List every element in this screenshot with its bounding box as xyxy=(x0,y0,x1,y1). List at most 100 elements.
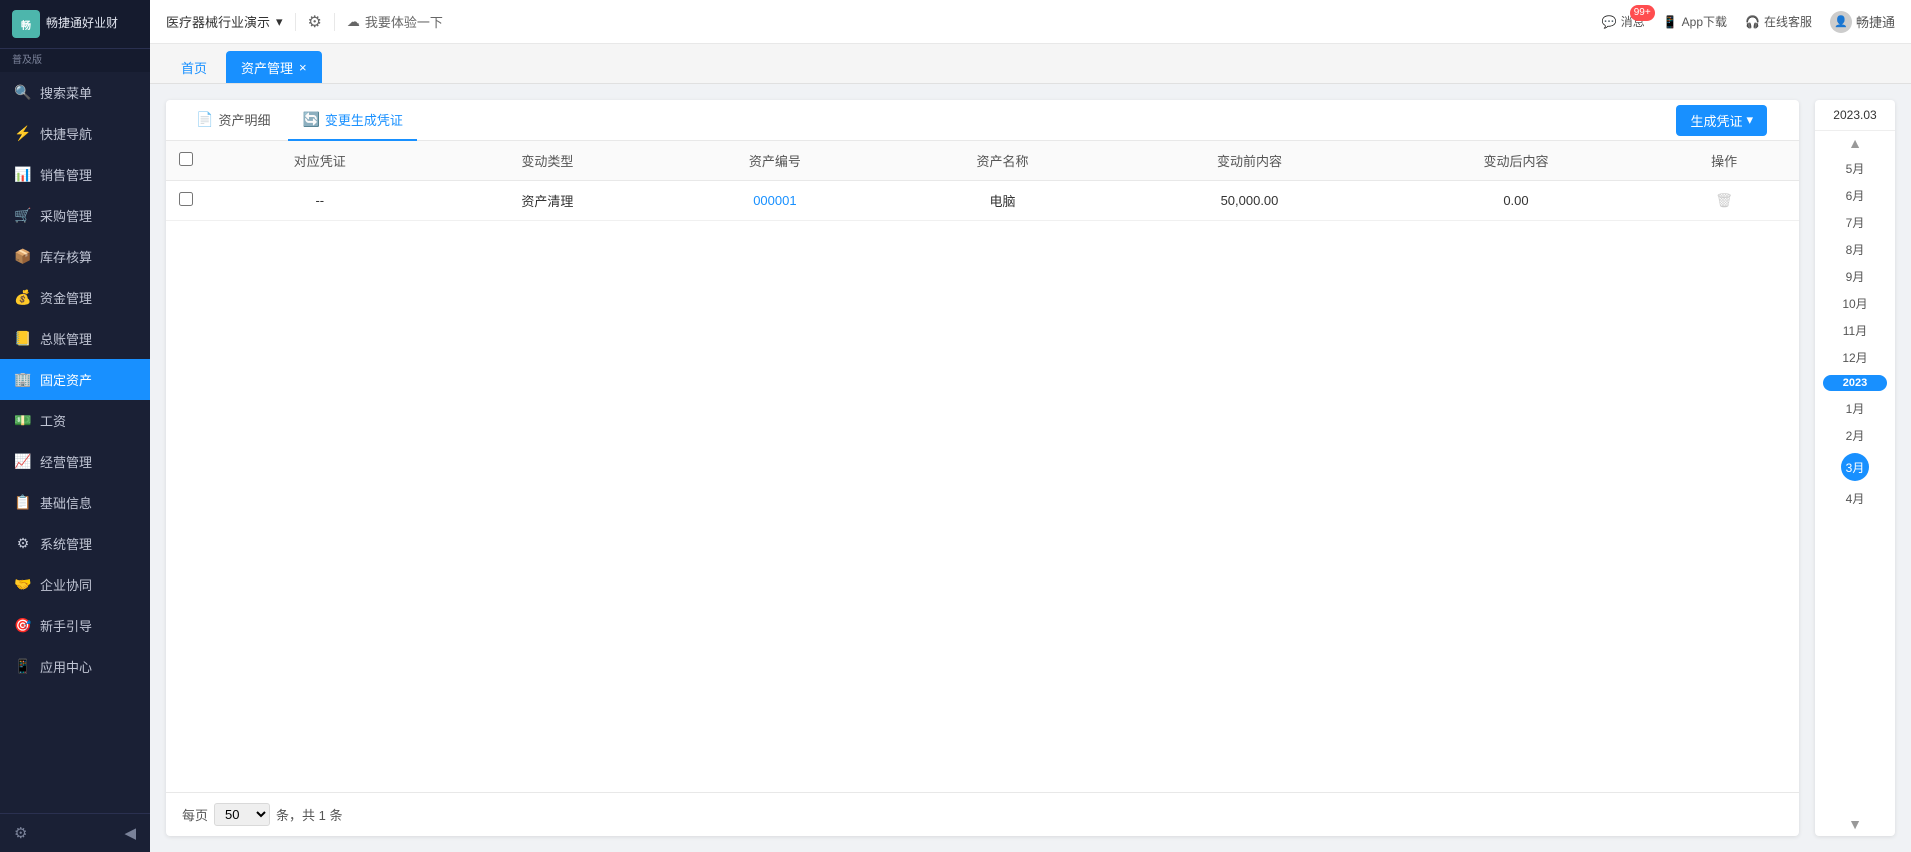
sidebar-item-quick-nav[interactable]: ⚡ 快捷导航 xyxy=(0,113,150,154)
timeline-month-1月[interactable]: 1月 xyxy=(1815,395,1895,422)
topbar-settings-icon[interactable]: ⚙ xyxy=(308,12,322,32)
sidebar-icon-quick-nav: ⚡ xyxy=(14,125,32,143)
sidebar-item-operations[interactable]: 📈 经营管理 xyxy=(0,441,150,482)
th-after-change: 变动后内容 xyxy=(1383,141,1649,181)
sidebar-item-basic-info[interactable]: 📋 基础信息 xyxy=(0,482,150,523)
timeline-month-2月[interactable]: 2月 xyxy=(1815,422,1895,449)
timeline-month-active[interactable]: 3月 xyxy=(1815,449,1895,485)
sub-tab-asset-detail[interactable]: 📄 资产明细 xyxy=(182,100,284,141)
home-tab-label: 首页 xyxy=(181,58,207,77)
sub-tab-change-voucher-label: 变更生成凭证 xyxy=(325,110,403,129)
row-checkbox-0[interactable] xyxy=(179,192,193,206)
cell-actions: 🗑 xyxy=(1649,181,1799,221)
sidebar-label-quick-nav: 快捷导航 xyxy=(40,124,92,143)
collapse-icon[interactable]: ◀ xyxy=(124,824,136,842)
app-download-label: App下载 xyxy=(1682,13,1727,30)
sidebar-label-search: 搜索菜单 xyxy=(40,83,92,102)
tabs-nav: 首页 资产管理 × xyxy=(150,44,1911,84)
sub-tabs: 📄 资产明细 🔄 变更生成凭证 生成凭证 ▾ xyxy=(166,100,1799,141)
sidebar-item-salary[interactable]: 💵 工资 xyxy=(0,400,150,441)
sidebar-item-ledger[interactable]: 📒 总账管理 xyxy=(0,318,150,359)
per-page-select[interactable]: 102050100 xyxy=(214,803,270,826)
sidebar-label-guide: 新手引导 xyxy=(40,616,92,635)
timeline-down-btn[interactable]: ▼ xyxy=(1815,812,1895,836)
sidebar-label-operations: 经营管理 xyxy=(40,452,92,471)
asset-detail-icon: 📄 xyxy=(196,111,213,128)
sidebar: 畅 畅捷通好业财 普及版 🔍 搜索菜单 ⚡ 快捷导航 📊 销售管理 🛒 采购管理… xyxy=(0,0,150,852)
sidebar-icon-app-center: 📱 xyxy=(14,658,32,676)
sidebar-icon-operations: 📈 xyxy=(14,453,32,471)
experience-btn[interactable]: ☁ 我要体验一下 xyxy=(347,12,443,31)
sub-tab-asset-detail-label: 资产明细 xyxy=(218,110,270,129)
company-selector[interactable]: 医疗器械行业演示 ▾ xyxy=(166,12,283,31)
timeline-month-4月[interactable]: 4月 xyxy=(1815,485,1895,512)
sidebar-item-enterprise[interactable]: 🤝 企业协同 xyxy=(0,564,150,605)
change-voucher-icon: 🔄 xyxy=(302,111,319,128)
sidebar-item-sales[interactable]: 📊 销售管理 xyxy=(0,154,150,195)
th-asset-name: 资产名称 xyxy=(889,141,1117,181)
sidebar-label-basic-info: 基础信息 xyxy=(40,493,92,512)
sidebar-item-guide[interactable]: 🎯 新手引导 xyxy=(0,605,150,646)
tab-asset-management[interactable]: 资产管理 × xyxy=(226,51,322,83)
notifications-badge: 99+ xyxy=(1630,5,1655,21)
sidebar-label-enterprise: 企业协同 xyxy=(40,575,92,594)
sidebar-item-system[interactable]: ⚙ 系统管理 xyxy=(0,523,150,564)
cell-voucher: -- xyxy=(206,181,434,221)
generate-voucher-button[interactable]: 生成凭证 ▾ xyxy=(1676,105,1767,136)
th-before-change: 变动前内容 xyxy=(1116,141,1382,181)
active-tab-label: 资产管理 xyxy=(241,58,293,77)
sidebar-item-inventory[interactable]: 📦 库存核算 xyxy=(0,236,150,277)
timeline-body: 5月6月7月8月9月10月11月12月 2023 1月2月 3月 4月 xyxy=(1815,155,1895,812)
select-all-checkbox[interactable] xyxy=(179,152,193,166)
app-download-btn[interactable]: 📱 App下载 xyxy=(1663,13,1727,30)
delete-icon[interactable]: 🗑 xyxy=(1715,192,1733,208)
sidebar-item-app-center[interactable]: 📱 应用中心 xyxy=(0,646,150,687)
per-page-label: 每页 xyxy=(182,805,208,824)
sidebar-icon-salary: 💵 xyxy=(14,412,32,430)
timeline-month-11月[interactable]: 11月 xyxy=(1815,317,1895,344)
settings-icon[interactable]: ⚙ xyxy=(14,824,27,842)
sidebar-icon-ledger: 📒 xyxy=(14,330,32,348)
download-icon: 📱 xyxy=(1663,15,1678,29)
row-checkbox-cell xyxy=(166,181,206,221)
timeline-month-7月[interactable]: 7月 xyxy=(1815,209,1895,236)
cell-change-type: 资产清理 xyxy=(434,181,662,221)
cell-asset-no[interactable]: 000001 xyxy=(661,181,889,221)
timeline-month-8月[interactable]: 8月 xyxy=(1815,236,1895,263)
tab-home[interactable]: 首页 xyxy=(166,51,222,83)
tab-close-icon[interactable]: × xyxy=(299,60,307,75)
online-service-btn[interactable]: 🎧 在线客服 xyxy=(1745,13,1812,30)
th-asset-no: 资产编号 xyxy=(661,141,889,181)
sidebar-label-system: 系统管理 xyxy=(40,534,92,553)
sidebar-item-fixed-assets[interactable]: 🏢 固定资产 xyxy=(0,359,150,400)
timeline-month-12月[interactable]: 12月 xyxy=(1815,344,1895,371)
sidebar-logo: 畅 畅捷通好业财 xyxy=(0,0,150,49)
pagination: 每页 102050100 条，共 1 条 xyxy=(166,792,1799,836)
sidebar-icon-enterprise: 🤝 xyxy=(14,576,32,594)
sidebar-item-purchase[interactable]: 🛒 采购管理 xyxy=(0,195,150,236)
timeline-month-6月[interactable]: 6月 xyxy=(1815,182,1895,209)
timeline-month-10月[interactable]: 10月 xyxy=(1815,290,1895,317)
sidebar-item-funds[interactable]: 💰 资金管理 xyxy=(0,277,150,318)
user-avatar: 👤 xyxy=(1830,11,1852,33)
timeline-month-3月[interactable]: 3月 xyxy=(1841,453,1869,481)
timeline-month-9月[interactable]: 9月 xyxy=(1815,263,1895,290)
user-menu[interactable]: 👤 畅捷通 xyxy=(1830,11,1895,33)
service-icon: 🎧 xyxy=(1745,15,1760,29)
sidebar-label-inventory: 库存核算 xyxy=(40,247,92,266)
sidebar-icon-fixed-assets: 🏢 xyxy=(14,371,32,389)
timeline-year-active[interactable]: 2023 xyxy=(1823,375,1887,391)
main-card: 📄 资产明细 🔄 变更生成凭证 生成凭证 ▾ xyxy=(166,100,1799,836)
data-table-wrap: 对应凭证 变动类型 资产编号 资产名称 变动前内容 变动后内容 操作 -- 资产… xyxy=(166,141,1799,792)
timeline-panel: 2023.03 ▲ 5月6月7月8月9月10月11月12月 2023 1月2月 3月 4… xyxy=(1815,100,1895,836)
main-area: 医疗器械行业演示 ▾ ⚙ ☁ 我要体验一下 💬 消息 99+ 📱 App下载 🎧… xyxy=(150,0,1911,852)
sidebar-nav: 🔍 搜索菜单 ⚡ 快捷导航 📊 销售管理 🛒 采购管理 📦 库存核算 💰 资金管… xyxy=(0,72,150,813)
timeline-up-btn[interactable]: ▲ xyxy=(1815,131,1895,155)
notifications-btn[interactable]: 💬 消息 99+ xyxy=(1602,13,1645,30)
sidebar-icon-guide: 🎯 xyxy=(14,617,32,635)
sub-tab-change-voucher[interactable]: 🔄 变更生成凭证 xyxy=(288,100,416,141)
topbar-divider xyxy=(295,13,296,31)
sidebar-item-search[interactable]: 🔍 搜索菜单 xyxy=(0,72,150,113)
timeline-month-5月[interactable]: 5月 xyxy=(1815,155,1895,182)
timeline-header: 2023.03 xyxy=(1815,100,1895,131)
